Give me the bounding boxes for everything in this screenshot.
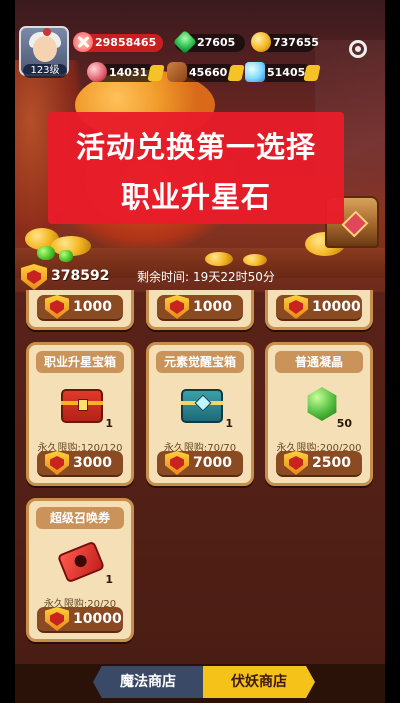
gem-value: 27605 (197, 36, 236, 49)
crystal-counter[interactable]: 51405 (245, 62, 321, 82)
shop-card-common-crystal[interactable]: 普通凝晶 50 永久限购:200/200 2500 (265, 342, 373, 486)
settings-icon[interactable] (349, 40, 367, 58)
price-button[interactable]: 3000 (37, 451, 123, 477)
price-value: 2500 (312, 455, 351, 471)
shield-badge-currency-icon (45, 451, 69, 475)
avatar-hat (43, 28, 51, 36)
avatar-face (33, 36, 57, 62)
crossed-swords-icon (73, 32, 93, 52)
remaining-time-value: 19天22时50分 (193, 270, 275, 284)
item-name: 元素觉醒宝箱 (156, 351, 244, 373)
remaining-time-label: 剩余时间: (137, 270, 190, 284)
price-value: 7000 (193, 455, 232, 471)
wood-log-icon (167, 62, 187, 82)
shield-badge-currency-icon (284, 295, 308, 319)
event-info-strip: 378592 剩余时间: 19天22时50分 (15, 262, 385, 292)
summon-ticket-icon (56, 540, 106, 585)
price-value: 1000 (193, 299, 232, 315)
shield-badge-currency-icon (165, 451, 189, 475)
tab-demon-subduing-shop[interactable]: 伏妖商店 (203, 666, 315, 698)
game-screen: 123级 29858465 27605 737655 14031 45660 5… (15, 0, 385, 703)
price-value: 1000 (73, 299, 112, 315)
shop-card-class-star-chest[interactable]: 职业升星宝箱 1 永久限购:120/120 3000 (26, 342, 134, 486)
red-currency-counter[interactable]: 29858465 (73, 32, 163, 52)
caption-line-1: 活动兑换第一选择 (75, 130, 316, 164)
shop-grid: 1000 1000 10000 职业升星宝箱 1 永久限购:120/120 30… (15, 290, 385, 664)
item-name: 职业升星宝箱 (36, 351, 124, 373)
coin-value: 737655 (273, 36, 319, 49)
teal-chest-icon (179, 385, 225, 429)
price-value: 10000 (73, 611, 122, 627)
add-wood-button[interactable] (227, 65, 245, 81)
shield-badge-currency-icon (284, 451, 308, 475)
emerald-icon (37, 246, 55, 260)
gem-counter[interactable]: 27605 (172, 29, 245, 55)
gold-coin-icon (251, 32, 271, 52)
red-currency-value: 29858465 (95, 36, 157, 49)
price-value: 3000 (73, 455, 112, 471)
item-quantity: 1 (105, 573, 113, 586)
item-name: 超级召唤券 (36, 507, 124, 529)
remaining-time: 剩余时间: 19天22时50分 (137, 268, 275, 285)
shop-tab-bar: 魔法商店 伏妖商店 (15, 664, 385, 703)
price-button[interactable]: 10000 (276, 295, 362, 321)
shop-card-partial[interactable]: 1000 (26, 290, 134, 330)
price-button[interactable]: 10000 (37, 607, 123, 633)
blue-crystal-icon (245, 62, 265, 82)
shield-badge-currency-icon (21, 264, 47, 290)
meat-counter[interactable]: 14031 (87, 62, 165, 82)
wood-counter[interactable]: 45660 (167, 62, 245, 82)
red-chest-icon (59, 385, 105, 429)
price-button[interactable]: 2500 (276, 451, 362, 477)
tab-magic-shop[interactable]: 魔法商店 (93, 666, 203, 698)
shield-badge-currency-icon (45, 295, 69, 319)
shield-badge-currency-icon (45, 607, 69, 631)
wood-value: 45660 (189, 66, 228, 79)
shop-card-partial[interactable]: 10000 (265, 290, 373, 330)
price-button[interactable]: 7000 (157, 451, 243, 477)
price-button[interactable]: 1000 (157, 295, 243, 321)
price-value: 10000 (312, 299, 361, 315)
event-currency-amount: 378592 (51, 268, 110, 284)
player-level: 123级 (23, 64, 67, 78)
crystal-value: 51405 (267, 66, 306, 79)
meat-value: 14031 (109, 66, 148, 79)
item-name: 普通凝晶 (275, 351, 363, 373)
item-quantity: 50 (336, 417, 352, 430)
overlay-caption: 活动兑换第一选择 职业升星石 (48, 112, 344, 224)
item-quantity: 1 (105, 417, 113, 430)
shop-card-partial[interactable]: 1000 (146, 290, 254, 330)
event-banner-scene: 123级 29858465 27605 737655 14031 45660 5… (15, 0, 385, 300)
emerald-icon (59, 250, 73, 262)
shield-badge-currency-icon (165, 295, 189, 319)
item-quantity: 1 (225, 417, 233, 430)
shop-card-super-summon-ticket[interactable]: 超级召唤券 1 永久限购:20/20 10000 (26, 498, 134, 642)
meat-icon (87, 62, 107, 82)
price-button[interactable]: 1000 (37, 295, 123, 321)
caption-line-2: 职业升星石 (120, 180, 271, 214)
green-gem-icon (172, 29, 198, 55)
shop-card-element-awaken-chest[interactable]: 元素觉醒宝箱 1 永久限购:70/70 7000 (146, 342, 254, 486)
coin-counter[interactable]: 737655 (251, 32, 319, 52)
